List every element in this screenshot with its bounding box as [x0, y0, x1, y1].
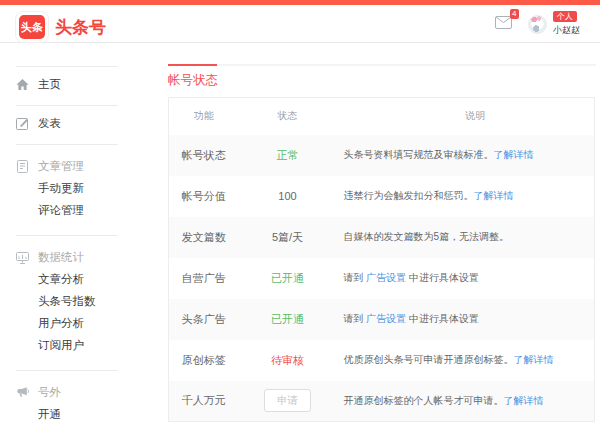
col-header-feature: 功能 — [169, 98, 239, 135]
table-header-row: 功能 状态 说明 — [169, 98, 595, 135]
sidebar-group-chart: 数据统计 — [0, 236, 150, 268]
doc-icon — [16, 160, 29, 173]
account-type-badge: 个人 — [553, 11, 577, 22]
username: 小赵赵 — [553, 24, 580, 37]
status-cell: 5篇/天 — [239, 217, 337, 258]
col-header-status: 状态 — [239, 98, 337, 135]
tab-indicator — [168, 64, 596, 66]
desc-text: 中进行具体设置 — [406, 313, 479, 324]
sidebar-item-label: 主页 — [38, 77, 61, 91]
desc-link[interactable]: 了解详情 — [494, 149, 534, 160]
desc-text: 自媒体的发文篇数为5篇，无法调整。 — [344, 231, 510, 242]
sidebar-subitem[interactable]: 头条号指数 — [0, 290, 150, 312]
status-cell: 100 — [239, 176, 337, 217]
feature-cell: 自营广告 — [169, 258, 239, 299]
feature-cell: 原创标签 — [169, 340, 239, 381]
desc-cell: 优质原创头条号可申请开通原创标签。了解详情 — [337, 340, 595, 381]
page-title: 帐号状态 — [168, 74, 596, 87]
desc-link[interactable]: 广告设置 — [366, 313, 406, 324]
sidebar-group-megaphone: 号外 — [0, 371, 150, 403]
desc-link[interactable]: 了解详情 — [474, 190, 514, 201]
sidebar-group-doc: 文章管理 — [0, 145, 150, 177]
desc-text: 开通原创标签的个人帐号才可申请。 — [344, 395, 504, 406]
feature-cell: 头条广告 — [169, 299, 239, 340]
status-cell: 正常 — [239, 135, 337, 176]
home-icon — [16, 78, 29, 91]
desc-text: 请到 — [344, 272, 367, 283]
sidebar: 主页发表文章管理手动更新评论管理数据统计文章分析头条号指数用户分析订阅用户号外开… — [0, 44, 150, 425]
toutiao-logo-icon: 头条 — [19, 15, 45, 39]
logo-wordmark: 头条号 — [55, 16, 106, 39]
status-cell: 待审核 — [239, 340, 337, 381]
table-row: 头条广告已开通请到 广告设置 中进行具体设置 — [169, 299, 595, 340]
feature-cell: 千人万元 — [169, 381, 239, 422]
feature-cell: 帐号分值 — [169, 176, 239, 217]
apply-button[interactable]: 申请 — [264, 389, 311, 412]
avatar[interactable] — [528, 15, 547, 34]
sidebar-group-label: 号外 — [38, 385, 61, 399]
app-header: 头条 头条号 4 个人 小赵赵 — [0, 5, 600, 43]
main-content: 帐号状态 功能 状态 说明 帐号状态正常头条号资料填写规范及审核标准。了解详情帐… — [168, 64, 596, 422]
sidebar-group-label: 数据统计 — [38, 250, 84, 264]
table-row: 帐号状态正常头条号资料填写规范及审核标准。了解详情 — [169, 135, 595, 176]
chart-icon — [16, 251, 29, 264]
status-cell: 已开通 — [239, 299, 337, 340]
megaphone-icon — [16, 386, 29, 399]
desc-cell: 自媒体的发文篇数为5篇，无法调整。 — [337, 217, 595, 258]
desc-text: 违禁行为会触发扣分和惩罚。 — [344, 190, 474, 201]
desc-text: 头条号资料填写规范及审核标准。 — [344, 149, 494, 160]
account-status-table: 功能 状态 说明 帐号状态正常头条号资料填写规范及审核标准。了解详情帐号分值10… — [168, 97, 595, 422]
sidebar-subitem[interactable]: 用户分析 — [0, 312, 150, 334]
col-header-desc: 说明 — [337, 98, 595, 135]
edit-icon — [16, 117, 29, 130]
table-row: 帐号分值100违禁行为会触发扣分和惩罚。了解详情 — [169, 176, 595, 217]
toutiao-logo[interactable]: 头条 头条号 — [15, 11, 106, 43]
desc-text: 中进行具体设置 — [406, 272, 479, 283]
toutiao-logo-frame: 头条 — [15, 11, 49, 43]
desc-cell: 请到 广告设置 中进行具体设置 — [337, 299, 595, 340]
messages-button[interactable]: 4 — [495, 15, 512, 33]
user-menu[interactable]: 个人 小赵赵 — [553, 11, 580, 37]
sidebar-item-edit[interactable]: 发表 — [0, 106, 150, 144]
table-row: 原创标签待审核优质原创头条号可申请开通原创标签。了解详情 — [169, 340, 595, 381]
feature-cell: 发文篇数 — [169, 217, 239, 258]
desc-text: 请到 — [344, 313, 367, 324]
sidebar-item-home[interactable]: 主页 — [0, 67, 150, 105]
sidebar-group-label: 文章管理 — [38, 159, 84, 173]
sidebar-subitem[interactable]: 文章分析 — [0, 268, 150, 290]
table-row: 千人万元 申请 开通原创标签的个人帐号才可申请。了解详情 — [169, 381, 595, 422]
mail-count-badge: 4 — [510, 9, 519, 19]
sidebar-subitem[interactable]: 评论管理 — [0, 199, 150, 221]
status-cell: 已开通 — [239, 258, 337, 299]
desc-cell: 违禁行为会触发扣分和惩罚。了解详情 — [337, 176, 595, 217]
table-row: 发文篇数5篇/天自媒体的发文篇数为5篇，无法调整。 — [169, 217, 595, 258]
desc-cell: 请到 广告设置 中进行具体设置 — [337, 258, 595, 299]
sidebar-subitem[interactable]: 开通 — [0, 403, 150, 425]
desc-cell: 头条号资料填写规范及审核标准。了解详情 — [337, 135, 595, 176]
sidebar-subitem[interactable]: 订阅用户 — [0, 334, 150, 356]
desc-link[interactable]: 广告设置 — [366, 272, 406, 283]
sidebar-item-label: 发表 — [38, 116, 61, 130]
feature-cell: 帐号状态 — [169, 135, 239, 176]
table-row: 自营广告已开通请到 广告设置 中进行具体设置 — [169, 258, 595, 299]
status-cell: 申请 — [239, 381, 337, 422]
desc-cell: 开通原创标签的个人帐号才可申请。了解详情 — [337, 381, 595, 422]
desc-text: 优质原创头条号可申请开通原创标签。 — [344, 354, 514, 365]
desc-link[interactable]: 了解详情 — [504, 395, 544, 406]
sidebar-subitem[interactable]: 手动更新 — [0, 177, 150, 199]
desc-link[interactable]: 了解详情 — [514, 354, 554, 365]
